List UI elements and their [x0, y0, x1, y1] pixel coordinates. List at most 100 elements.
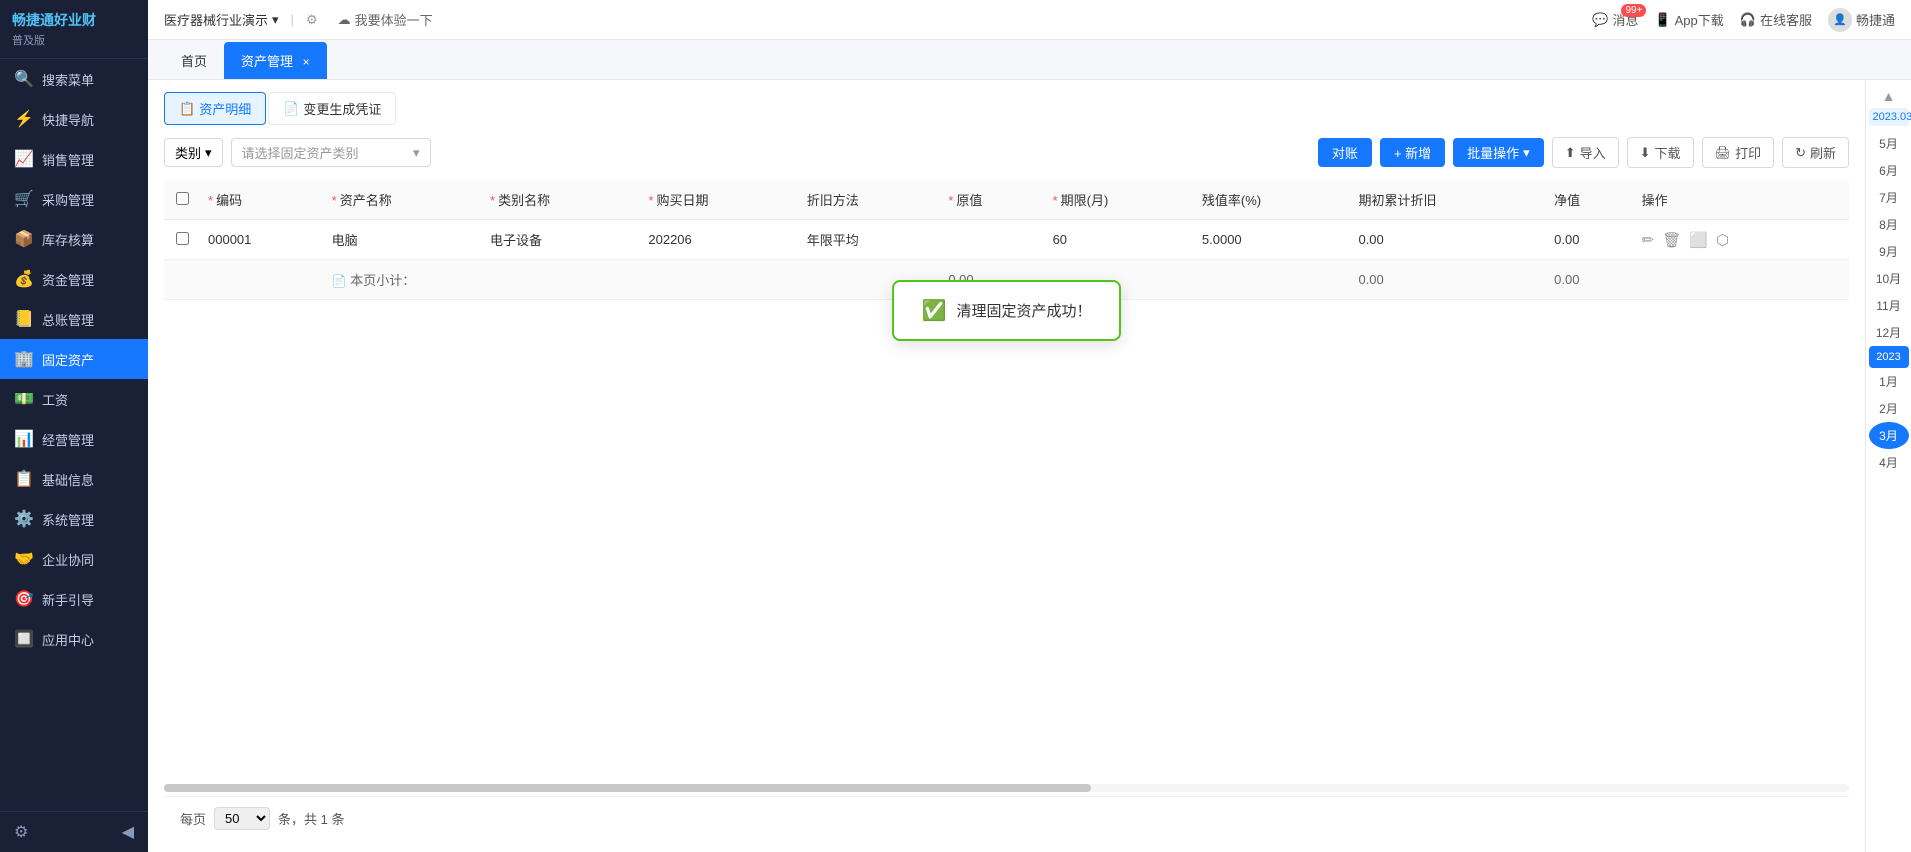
row-checkbox[interactable]	[176, 232, 189, 245]
batch-button[interactable]: 批量操作 ▾	[1453, 138, 1544, 167]
more-icon[interactable]: ⬡	[1716, 231, 1729, 249]
horizontal-scrollbar[interactable]	[164, 784, 1849, 792]
tab-assets[interactable]: 资产管理 ×	[224, 42, 327, 79]
sidebar-item-ledger[interactable]: 📒总账管理	[0, 299, 148, 339]
period-month[interactable]: 10月	[1869, 265, 1909, 292]
period-month[interactable]: 1月	[1869, 368, 1909, 395]
period-month[interactable]: 12月	[1869, 319, 1909, 346]
per-page-select[interactable]: 50100200	[214, 807, 270, 830]
sidebar-item-quick-nav[interactable]: ⚡快捷导航	[0, 99, 148, 139]
sidebar-item-basic-info[interactable]: 📋基础信息	[0, 459, 148, 499]
toast-message: 清理固定资产成功！	[956, 300, 1091, 321]
period-month[interactable]: 9月	[1869, 238, 1909, 265]
th-name: *资产名称	[324, 180, 482, 220]
sidebar-item-app-center[interactable]: 🔲 应用中心	[0, 619, 148, 659]
period-month[interactable]: 2月	[1869, 395, 1909, 422]
category-input[interactable]: 请选择固定资产类别 ▾	[231, 138, 431, 167]
new-label: + 新增	[1394, 143, 1431, 162]
app-center-icon: 🔲	[14, 629, 34, 649]
th-code: *编码	[200, 180, 324, 220]
headset-icon: 🎧	[1740, 12, 1756, 28]
period-month[interactable]: 5月	[1869, 130, 1909, 157]
sub-tab-asset-detail[interactable]: 📋 资产明细	[164, 92, 266, 125]
sidebar-item-payroll[interactable]: 💵工资	[0, 379, 148, 419]
sidebar-item-label: 经营管理	[42, 430, 94, 449]
sidebar-item-operations[interactable]: 📊 经营管理	[0, 419, 148, 459]
messages-btn[interactable]: 💬 消息 99+	[1592, 10, 1638, 29]
asset-detail-icon: 📋	[179, 101, 195, 117]
new-button[interactable]: + 新增	[1380, 138, 1445, 167]
sidebar-item-inventory[interactable]: 📦库存核算	[0, 219, 148, 259]
messages-badge: 99+	[1621, 4, 1646, 17]
period-year[interactable]: 2023	[1869, 346, 1909, 368]
message-icon: 💬	[1592, 12, 1608, 28]
edit-icon[interactable]: ✏	[1642, 231, 1655, 249]
period-header: 2023.03	[1869, 108, 1909, 126]
basic-info-icon: 📋	[14, 469, 34, 489]
user-profile-btn[interactable]: 👤 畅捷通	[1828, 8, 1895, 32]
sub-tab-voucher[interactable]: 📄 变更生成凭证	[268, 92, 396, 125]
fixed-assets-icon: 🏢	[14, 349, 34, 369]
online-service-label: 在线客服	[1760, 10, 1812, 29]
th-purchase-date: *购买日期	[640, 180, 798, 220]
settings-gear-icon[interactable]: ⚙	[306, 12, 318, 28]
app-edition: 普及版	[12, 32, 136, 48]
sidebar-item-label: 应用中心	[42, 630, 94, 649]
row-code: 000001	[200, 220, 324, 260]
period-month[interactable]: 8月	[1869, 211, 1909, 238]
delete-icon[interactable]: 🗑	[1662, 231, 1681, 249]
sidebar-item-search[interactable]: 🔍搜索菜单	[0, 59, 148, 99]
period-month[interactable]: 4月	[1869, 449, 1909, 476]
sidebar-item-label: 工资	[42, 390, 68, 409]
voucher-label: 变更生成凭证	[303, 99, 381, 118]
import-label: 导入	[1580, 143, 1606, 162]
import-button[interactable]: ⬆ 导入	[1552, 137, 1619, 168]
sidebar-item-cooperation[interactable]: 🤝企业协同	[0, 539, 148, 579]
sidebar-item-capital[interactable]: 💰资金管理	[0, 259, 148, 299]
period-month[interactable]: 7月	[1869, 184, 1909, 211]
reconcile-button[interactable]: 对账	[1318, 138, 1372, 167]
th-original-value: *原值	[940, 180, 1044, 220]
sidebar-item-guide[interactable]: 🎯新手引导	[0, 579, 148, 619]
success-toast: ✅ 清理固定资产成功！	[892, 280, 1122, 341]
table-row: 000001 电脑 电子设备 202206 年限平均 60 5.0000 0.0…	[164, 220, 1849, 260]
batch-label: 批量操作	[1467, 143, 1519, 162]
period-month[interactable]: 3月	[1869, 422, 1909, 449]
period-month[interactable]: 11月	[1869, 292, 1909, 319]
copy-icon[interactable]: ⬜	[1689, 231, 1708, 249]
dropdown-icon: ▾	[413, 145, 420, 161]
subtotal-empty-2	[200, 260, 324, 300]
scrollbar-thumb[interactable]	[164, 784, 1091, 792]
company-selector[interactable]: 医疗器械行业演示 ▾	[164, 10, 279, 29]
sidebar-item-purchase[interactable]: 🛒采购管理	[0, 179, 148, 219]
category-filter[interactable]: 类别 ▾	[164, 138, 223, 167]
print-button[interactable]: 🖨 打印	[1702, 137, 1775, 168]
download-icon: ⬇	[1640, 145, 1651, 161]
sidebar-item-system[interactable]: ⚙️系统管理	[0, 499, 148, 539]
refresh-button[interactable]: ↻ 刷新	[1782, 137, 1849, 168]
sidebar-nav: 🔍搜索菜单⚡快捷导航📈销售管理🛒采购管理📦库存核算💰资金管理📒总账管理🏢固定资产…	[0, 59, 148, 811]
content-main: 📋 资产明细 📄 变更生成凭证 类别 ▾ 请选择固定资产类别	[148, 80, 1865, 852]
settings-icon[interactable]: ⚙	[14, 822, 28, 842]
sidebar-item-sales[interactable]: 📈销售管理	[0, 139, 148, 179]
experience-btn[interactable]: ☁ 我要体验一下	[338, 10, 433, 29]
main-area: 医疗器械行业演示 ▾ | ⚙ ☁ 我要体验一下 💬 消息 99+ 📱 App下载…	[148, 0, 1911, 852]
category-placeholder: 请选择固定资产类别	[242, 143, 359, 162]
select-all-checkbox[interactable]	[176, 192, 189, 205]
collapse-icon[interactable]: ◀	[122, 822, 134, 842]
period-month[interactable]: 6月	[1869, 157, 1909, 184]
download-button[interactable]: ⬇ 下载	[1627, 137, 1694, 168]
tab-close-icon[interactable]: ×	[303, 55, 310, 69]
sub-tabs: 📋 资产明细 📄 变更生成凭证	[164, 92, 1849, 125]
chevron-down-icon: ▾	[205, 145, 212, 161]
online-service-btn[interactable]: 🎧 在线客服	[1740, 10, 1812, 29]
sidebar-item-label: 企业协同	[42, 550, 94, 569]
th-checkbox	[164, 180, 200, 220]
row-category: 电子设备	[482, 220, 640, 260]
sidebar-item-label: 系统管理	[42, 510, 94, 529]
period-up-icon[interactable]: ▲	[1882, 88, 1896, 104]
app-download-btn[interactable]: 📱 App下载	[1654, 10, 1723, 29]
sidebar-item-fixed-assets[interactable]: 🏢固定资产	[0, 339, 148, 379]
tab-home[interactable]: 首页	[164, 42, 224, 79]
operations-icon: 📊	[14, 429, 34, 449]
